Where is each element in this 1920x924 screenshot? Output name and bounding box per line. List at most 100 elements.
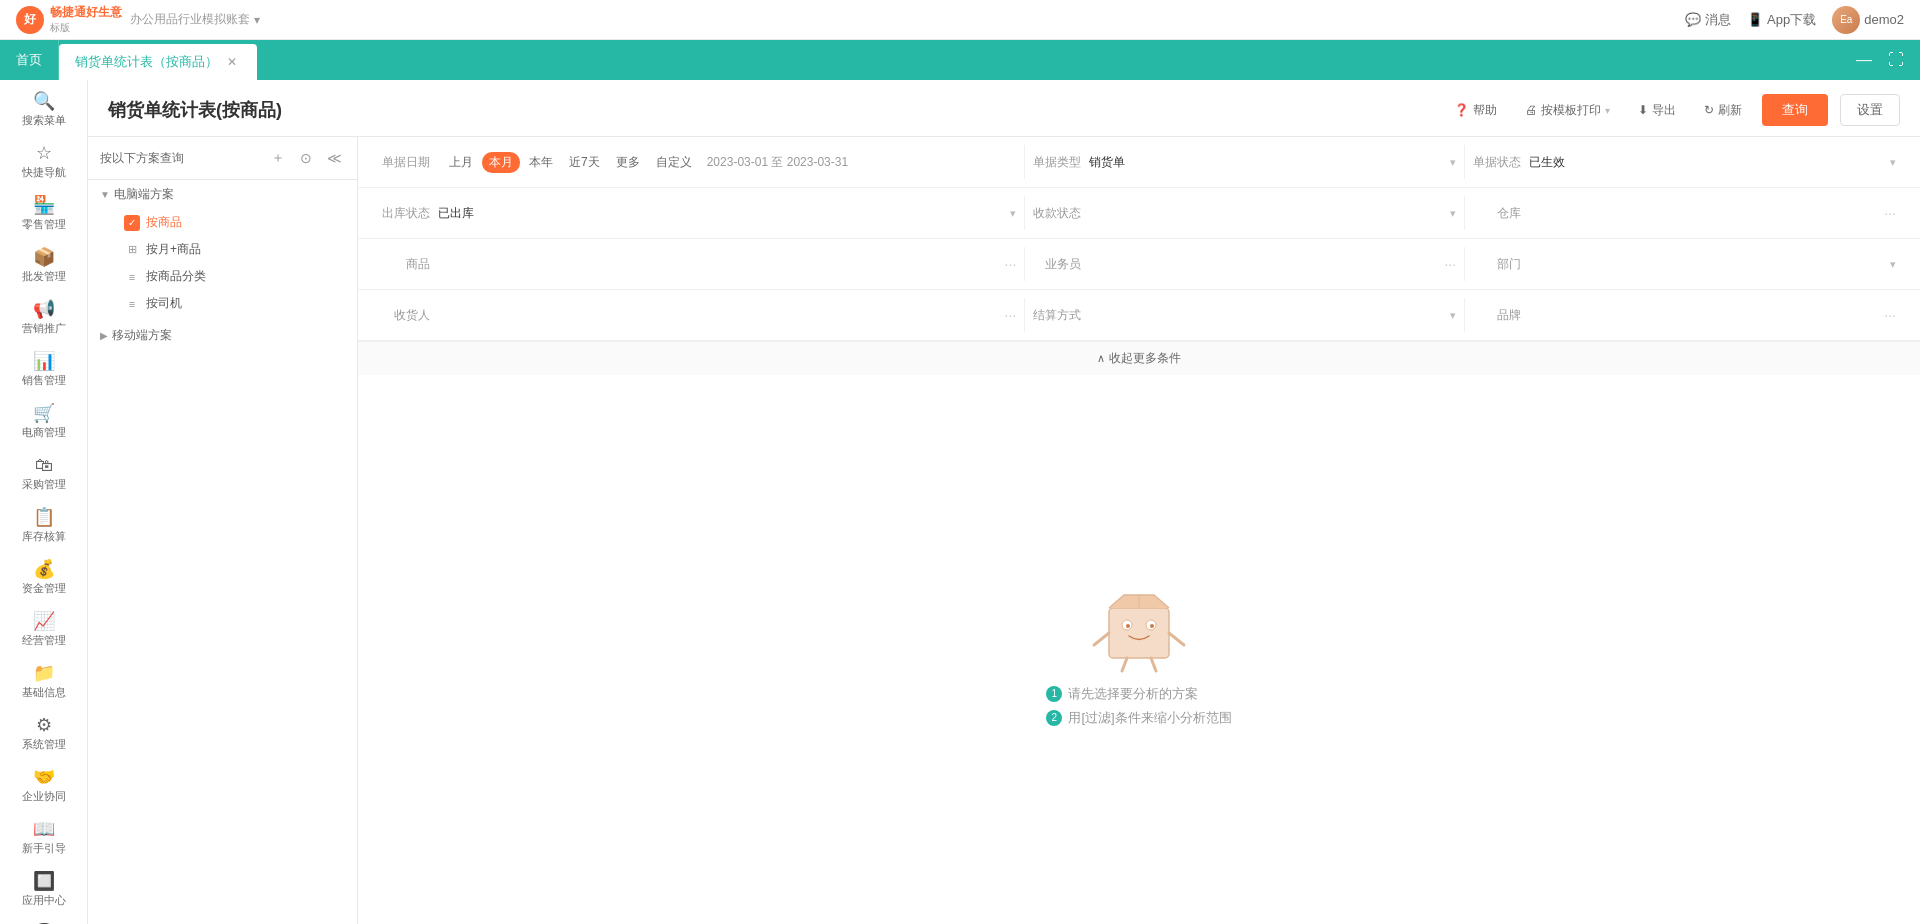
tree-section-mobile: ▶ 移动端方案 [88,321,357,350]
star-icon: ☆ [36,144,52,162]
sidebar-item-shortcut[interactable]: ☆ 快捷导航 [0,136,87,188]
finance-icon: 💰 [33,560,55,578]
filter-recipient: 收货人 ··· [374,298,1025,332]
marketing-icon: 📢 [33,300,55,318]
sidebar-item-enterprise[interactable]: 🤝 企业协同 [0,760,87,812]
sidebar-item-finance[interactable]: 💰 资金管理 [0,552,87,604]
tab-minimize-button[interactable]: — [1852,48,1876,72]
filter-brand: 品牌 ··· [1465,298,1904,332]
empty-tip-2: 2 用[过滤]条件来缩小分析范围 [1046,709,1231,727]
warehouse-dots[interactable]: ··· [1884,205,1896,221]
logo-text: 畅捷通好生意 标版 [50,4,122,35]
topbar: 好 畅捷通好生意 标版 办公用品行业模拟账套 ▾ 💬 消息 📱 App下载 Ea… [0,0,1920,40]
date-btn-custom[interactable]: 自定义 [649,152,699,173]
salesperson-dots[interactable]: ··· [1444,256,1456,272]
query-button[interactable]: 查询 [1762,94,1828,126]
retail-icon: 🏪 [33,196,55,214]
department-dropdown[interactable]: ▾ [1890,258,1896,271]
export-button[interactable]: ⬇ 导出 [1630,98,1684,123]
sidebar-item-wechat[interactable]: 💬 企业微信 [0,916,87,924]
print-dropdown-icon[interactable]: ▾ [1605,105,1610,116]
filter-date: 单据日期 上月 本月 本年 近7天 更多 自定义 20 [374,145,1025,179]
brand-dots[interactable]: ··· [1884,307,1896,323]
date-btn-lastmonth[interactable]: 上月 [442,152,480,173]
download-icon: 📱 [1747,12,1763,27]
enterprise-icon: 🤝 [33,768,55,786]
section-arrow-mobile[interactable]: ▶ [100,330,108,341]
scheme-by-product[interactable]: ✓ 按商品 [112,209,357,236]
sidebar-item-marketing[interactable]: 📢 营销推广 [0,292,87,344]
chevron-down-icon[interactable]: ▾ [254,13,260,27]
sidebar-item-basic[interactable]: 📁 基础信息 [0,656,87,708]
sidebar-item-apps[interactable]: 🔲 应用中心 [0,864,87,916]
scheme-panel-actions: ＋ ⊙ ≪ [267,147,345,169]
collapse-panel-button[interactable]: ≪ [323,147,345,169]
topbar-left: 好 畅捷通好生意 标版 办公用品行业模拟账套 ▾ [16,4,260,35]
page-title: 销货单统计表(按商品) [108,98,282,122]
filter-row-3: 商品 ··· 业务员 ··· [358,239,1920,290]
date-btn-thismonth[interactable]: 本月 [482,152,520,173]
sidebar-item-inventory[interactable]: 📋 库存核算 [0,500,87,552]
filter-row-2: 出库状态 已出库 ▾ 收款状态 ▾ [358,188,1920,239]
date-btn-more[interactable]: 更多 [609,152,647,173]
tab-stats[interactable]: 销货单统计表（按商品） ✕ [59,44,257,80]
doc-status-dropdown[interactable]: ▾ [1890,156,1896,169]
product-dots[interactable]: ··· [1005,256,1017,272]
system-icon: ⚙ [36,716,52,734]
sidebar-item-operations[interactable]: 📈 经营管理 [0,604,87,656]
basic-icon: 📁 [33,664,55,682]
sidebar-item-retail[interactable]: 🏪 零售管理 [0,188,87,240]
operations-icon: 📈 [33,612,55,630]
sidebar-item-guide[interactable]: 📖 新手引导 [0,812,87,864]
help-icon: ❓ [1454,103,1469,117]
tab-home[interactable]: 首页 [0,40,59,80]
sidebar-item-sales[interactable]: 📊 销售管理 [0,344,87,396]
sidebar-item-purchase[interactable]: 🛍 采购管理 [0,448,87,500]
right-panel: 单据日期 上月 本月 本年 近7天 更多 自定义 20 [358,137,1920,924]
sidebar-item-search[interactable]: 🔍 搜索菜单 [0,84,87,136]
svg-line-9 [1151,658,1156,671]
svg-line-8 [1122,658,1127,671]
recipient-dots[interactable]: ··· [1005,307,1017,323]
messages-button[interactable]: 💬 消息 [1685,11,1731,29]
svg-point-4 [1126,624,1130,628]
tab-close-stats[interactable]: ✕ [224,54,240,70]
filter-doc-status: 单据状态 已生效 ▾ [1465,145,1904,179]
app-download-button[interactable]: 📱 App下载 [1747,11,1816,29]
out-status-dropdown[interactable]: ▾ [1010,207,1016,220]
add-scheme-button[interactable]: ＋ [267,147,289,169]
empty-state: 1 请先选择要分析的方案 2 用[过滤]条件来缩小分析范围 [358,375,1920,924]
scheme-by-custom[interactable]: ≡ 按司机 [112,290,357,317]
collapse-bar[interactable]: ∧ 收起更多条件 [358,341,1920,375]
sidebar-item-ecommerce[interactable]: 🛒 电商管理 [0,396,87,448]
filter-settlement: 结算方式 ▾ [1025,298,1465,332]
filter-product: 商品 ··· [374,247,1025,281]
help-button[interactable]: ❓ 帮助 [1446,98,1505,123]
print-button[interactable]: 🖨 按模板打印 ▾ [1517,98,1618,123]
tab-expand-button[interactable]: ⛶ [1884,48,1908,72]
wholesale-icon: 📦 [33,248,55,266]
sidebar-item-wholesale[interactable]: 📦 批发管理 [0,240,87,292]
svg-line-6 [1094,633,1109,645]
sales-icon: 📊 [33,352,55,370]
scheme-panel-header: 按以下方案查询 ＋ ⊙ ≪ [88,137,357,180]
section-arrow-desktop[interactable]: ▼ [100,189,110,200]
scheme-by-category[interactable]: ≡ 按商品分类 [112,263,357,290]
scheme-by-month-product[interactable]: ⊞ 按月+商品 [112,236,357,263]
content-area: 销货单统计表(按商品) ❓ 帮助 🖨 按模板打印 ▾ ⬇ 导出 ↻ 刷新 [88,80,1920,924]
doc-type-dropdown[interactable]: ▾ [1450,156,1456,169]
filter-row-1: 单据日期 上月 本月 本年 近7天 更多 自定义 20 [358,137,1920,188]
user-menu[interactable]: Ea demo2 [1832,6,1904,34]
payment-status-dropdown[interactable]: ▾ [1450,207,1456,220]
date-btn-7days[interactable]: 近7天 [562,152,607,173]
topbar-right: 💬 消息 📱 App下载 Ea demo2 [1685,6,1904,34]
settings-button[interactable]: 设置 [1840,94,1900,126]
sidebar-item-system[interactable]: ⚙ 系统管理 [0,708,87,760]
settlement-dropdown[interactable]: ▾ [1450,309,1456,322]
edit-scheme-button[interactable]: ⊙ [295,147,317,169]
split-layout: 按以下方案查询 ＋ ⊙ ≪ ▼ 电脑端方案 ✓ [88,137,1920,924]
tip-num-1: 1 [1046,686,1062,702]
tip-num-2: 2 [1046,710,1062,726]
date-btn-thisyear[interactable]: 本年 [522,152,560,173]
refresh-button[interactable]: ↻ 刷新 [1696,98,1750,123]
